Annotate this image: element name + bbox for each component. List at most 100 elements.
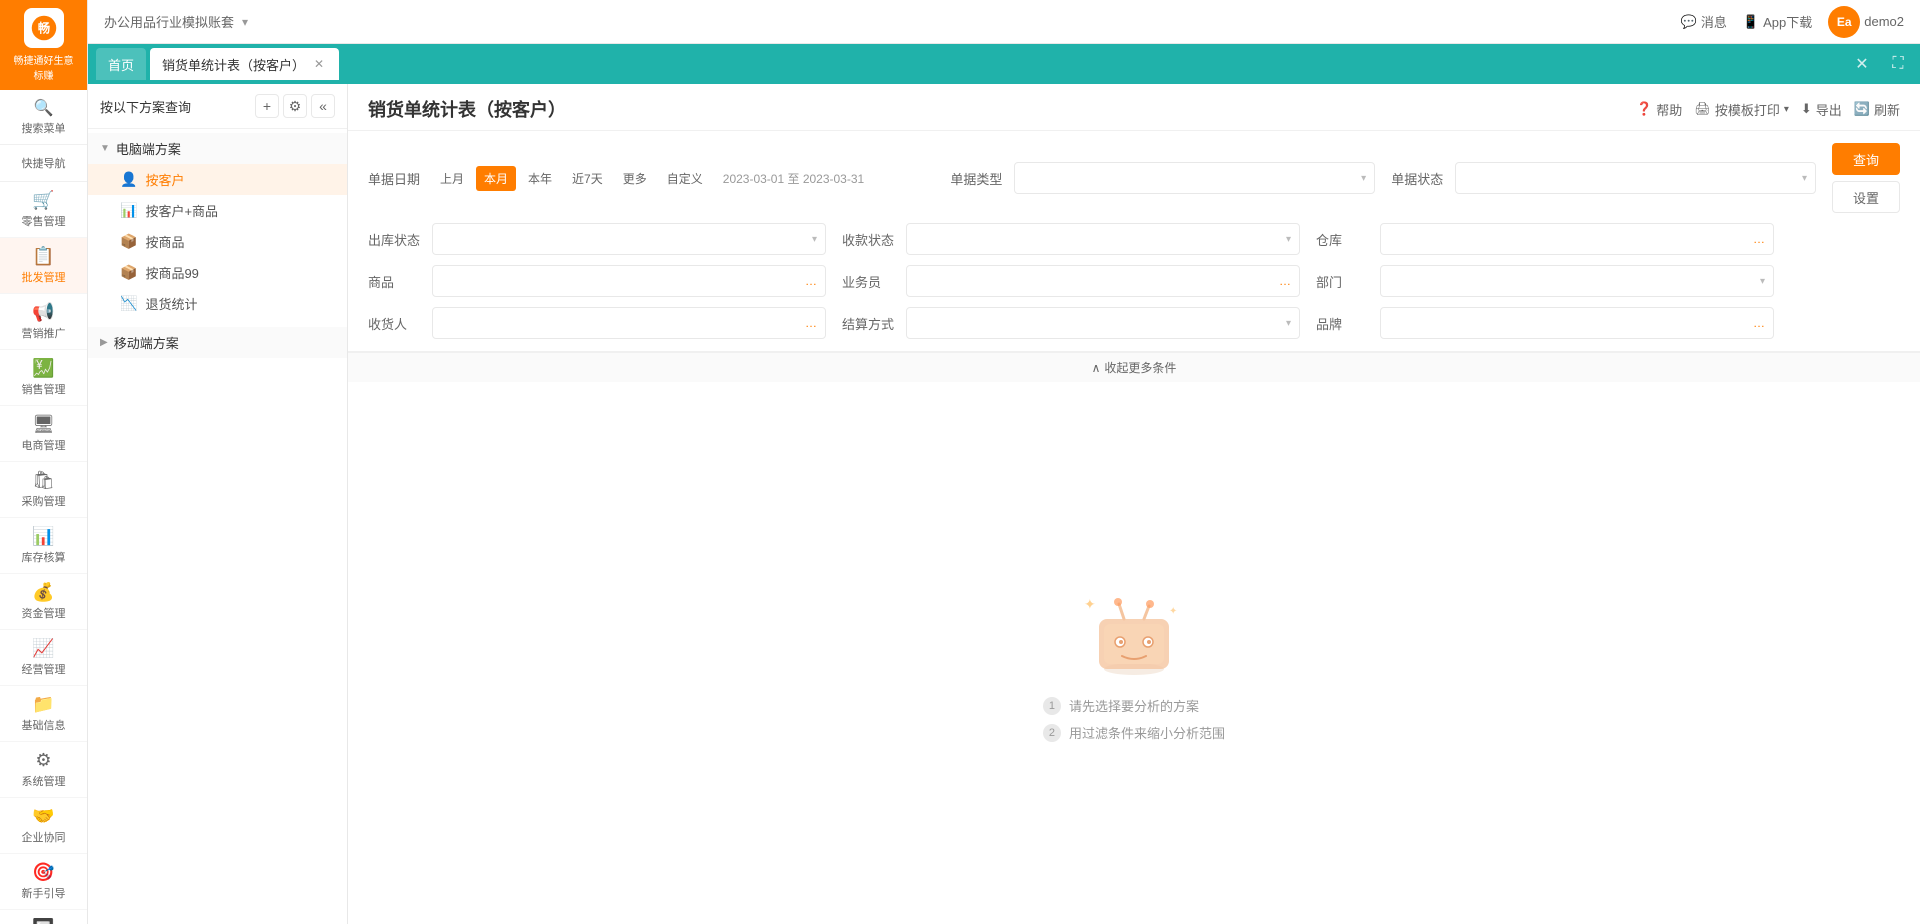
warehouse-label: 仓库 xyxy=(1316,230,1372,249)
date-tab-this-year[interactable]: 本年 xyxy=(520,166,560,191)
scheme-item-by-customer[interactable]: 👤 按客户 xyxy=(88,164,347,195)
department-select[interactable]: ▾ xyxy=(1380,265,1774,297)
right-panel: 销货单统计表（按客户） ❓ 帮助 🖨 按模板打印 ▾ ⬇ 导出 xyxy=(348,84,1920,924)
export-action[interactable]: ⬇ 导出 xyxy=(1801,100,1842,119)
scheme-collapse-button[interactable]: « xyxy=(311,94,335,118)
brand-more[interactable]: … xyxy=(1753,316,1765,330)
export-icon: ⬇ xyxy=(1801,101,1812,117)
tab-maximize-button[interactable]: ⛶ xyxy=(1884,50,1912,78)
sidebar-item-ecommerce[interactable]: 🖥 电商管理 xyxy=(0,406,87,462)
sidebar-item-finance[interactable]: 💰 资金管理 xyxy=(0,574,87,630)
svg-text:畅: 畅 xyxy=(37,20,49,35)
filter-bill-type-item: 单据类型 ▾ xyxy=(950,162,1375,194)
scheme-item-customer-goods[interactable]: 📊 按客户+商品 xyxy=(88,195,347,226)
enterprise-label: 企业协同 xyxy=(22,829,66,845)
tab-close-all-button[interactable]: ✕ xyxy=(1848,50,1876,78)
app-download-action[interactable]: 📱 App下载 xyxy=(1743,12,1812,31)
refresh-label: 刷新 xyxy=(1874,100,1900,119)
app-download-icon: 📱 xyxy=(1743,14,1759,30)
tab-home[interactable]: 首页 xyxy=(96,48,146,80)
goods-more[interactable]: … xyxy=(805,274,817,288)
sidebar-item-inventory[interactable]: 📊 库存核算 xyxy=(0,518,87,574)
date-tab-custom[interactable]: 自定义 xyxy=(659,166,711,191)
sidebar-item-retail[interactable]: 🛒 零售管理 xyxy=(0,182,87,238)
goods-label: 商品 xyxy=(368,272,424,291)
collapse-up-icon: ∧ xyxy=(1092,361,1101,375)
warehouse-select[interactable]: … xyxy=(1380,223,1774,255)
topbar: 办公用品行业模拟账套 ▾ 💬 消息 📱 App下载 Ea demo2 xyxy=(88,0,1920,44)
sidebar-item-guide[interactable]: 🎯 新手引导 xyxy=(0,854,87,910)
receiver-more[interactable]: … xyxy=(805,316,817,330)
search-menu-item[interactable]: 🔍 搜索菜单 xyxy=(0,90,87,145)
sidebar-item-sales[interactable]: 💹 销售管理 xyxy=(0,350,87,406)
scheme-panel-header: 按以下方案查询 + ⚙ « xyxy=(88,84,347,129)
empty-tip-1: 1 请先选择要分析的方案 xyxy=(1043,696,1225,715)
settings-button[interactable]: 设置 xyxy=(1832,181,1900,213)
message-label: 消息 xyxy=(1701,12,1727,31)
department-label: 部门 xyxy=(1316,272,1372,291)
receiver-select[interactable]: … xyxy=(432,307,826,339)
message-action[interactable]: 💬 消息 xyxy=(1681,12,1727,31)
collapse-bar[interactable]: ∧ 收起更多条件 xyxy=(348,352,1920,382)
filter-goods-item: 商品 … xyxy=(368,265,826,297)
payment-method-arrow-icon: ▾ xyxy=(1286,318,1291,329)
wholesale-label: 批发管理 xyxy=(22,269,66,285)
tab-close-button[interactable]: ✕ xyxy=(311,56,327,72)
warehouse-more[interactable]: … xyxy=(1753,232,1765,246)
help-action[interactable]: ❓ 帮助 xyxy=(1636,100,1682,119)
topbar-dropdown-icon[interactable]: ▾ xyxy=(242,15,248,29)
scheme-settings-button[interactable]: ⚙ xyxy=(283,94,307,118)
system-icon: ⚙ xyxy=(35,750,51,771)
sidebar-item-appcenter[interactable]: 🔲 应用中心 xyxy=(0,910,87,924)
purchase-label: 采购管理 xyxy=(22,493,66,509)
user-name: demo2 xyxy=(1864,14,1904,29)
goods-select[interactable]: … xyxy=(432,265,826,297)
filter-row-1: 单据日期 上月 本月 本年 近7天 更多 自定义 2023-03-01 至 20… xyxy=(368,143,1900,213)
scheme-add-button[interactable]: + xyxy=(255,94,279,118)
date-tab-last-month[interactable]: 上月 xyxy=(432,166,472,191)
query-button[interactable]: 查询 xyxy=(1832,143,1900,175)
sidebar-item-basic-info[interactable]: 📁 基础信息 xyxy=(0,686,87,742)
sidebar-item-enterprise[interactable]: 🤝 企业协同 xyxy=(0,798,87,854)
print-action[interactable]: 🖨 按模板打印 ▾ xyxy=(1694,100,1789,119)
sidebar-item-marketing[interactable]: 📢 营销推广 xyxy=(0,294,87,350)
scheme-group-pc-header[interactable]: ▼ 电脑端方案 xyxy=(88,133,347,164)
stock-status-select[interactable]: ▾ xyxy=(432,223,826,255)
department-arrow-icon: ▾ xyxy=(1760,276,1765,287)
bill-type-arrow-icon: ▾ xyxy=(1361,173,1366,184)
receipt-status-select[interactable]: ▾ xyxy=(906,223,1300,255)
date-tab-7days[interactable]: 近7天 xyxy=(564,166,611,191)
tab-sales-stats[interactable]: 销货单统计表（按客户） ✕ xyxy=(150,48,339,80)
salesperson-select[interactable]: … xyxy=(906,265,1300,297)
scheme-item-by-goods99[interactable]: 📦 按商品99 xyxy=(88,257,347,288)
finance-icon: 💰 xyxy=(32,582,54,603)
sales-label: 销售管理 xyxy=(22,381,66,397)
brand-select[interactable]: … xyxy=(1380,307,1774,339)
user-action[interactable]: Ea demo2 xyxy=(1828,6,1904,38)
salesperson-more[interactable]: … xyxy=(1279,274,1291,288)
scheme-item-by-goods[interactable]: 📦 按商品 xyxy=(88,226,347,257)
payment-method-select[interactable]: ▾ xyxy=(906,307,1300,339)
bill-status-select[interactable]: ▾ xyxy=(1455,162,1816,194)
date-tab-this-month[interactable]: 本月 xyxy=(476,166,516,191)
filter-receipt-status-item: 收款状态 ▾ xyxy=(842,223,1300,255)
date-tab-more[interactable]: 更多 xyxy=(615,166,655,191)
sidebar-item-wholesale[interactable]: 📋 批发管理 xyxy=(0,238,87,294)
scheme-item-customer-label: 按客户 xyxy=(145,170,184,189)
date-filter-label: 单据日期 xyxy=(368,169,424,188)
sidebar-item-operations[interactable]: 📈 经营管理 xyxy=(0,630,87,686)
refresh-action[interactable]: 🔄 刷新 xyxy=(1854,100,1900,119)
filter-receiver-item: 收货人 … xyxy=(368,307,826,339)
quick-nav-item[interactable]: 快捷导航 xyxy=(0,145,87,182)
empty-state: ✦ ✦ 1 请先选择要分析的方案 2 用过滤条件来缩小分析范围 xyxy=(348,382,1920,924)
date-range-text: 2023-03-01 至 2023-03-31 xyxy=(723,170,864,187)
stock-status-arrow-icon: ▾ xyxy=(812,234,817,245)
sidebar-item-purchase[interactable]: 🛍 采购管理 xyxy=(0,462,87,518)
empty-tips: 1 请先选择要分析的方案 2 用过滤条件来缩小分析范围 xyxy=(1043,696,1225,742)
system-label: 系统管理 xyxy=(22,773,66,789)
bill-type-select[interactable]: ▾ xyxy=(1014,162,1375,194)
ecommerce-label: 电商管理 xyxy=(22,437,66,453)
scheme-group-mobile-header[interactable]: ▶ 移动端方案 xyxy=(88,327,347,358)
sidebar-item-system[interactable]: ⚙ 系统管理 xyxy=(0,742,87,798)
scheme-item-return-stats[interactable]: 📉 退货统计 xyxy=(88,288,347,319)
